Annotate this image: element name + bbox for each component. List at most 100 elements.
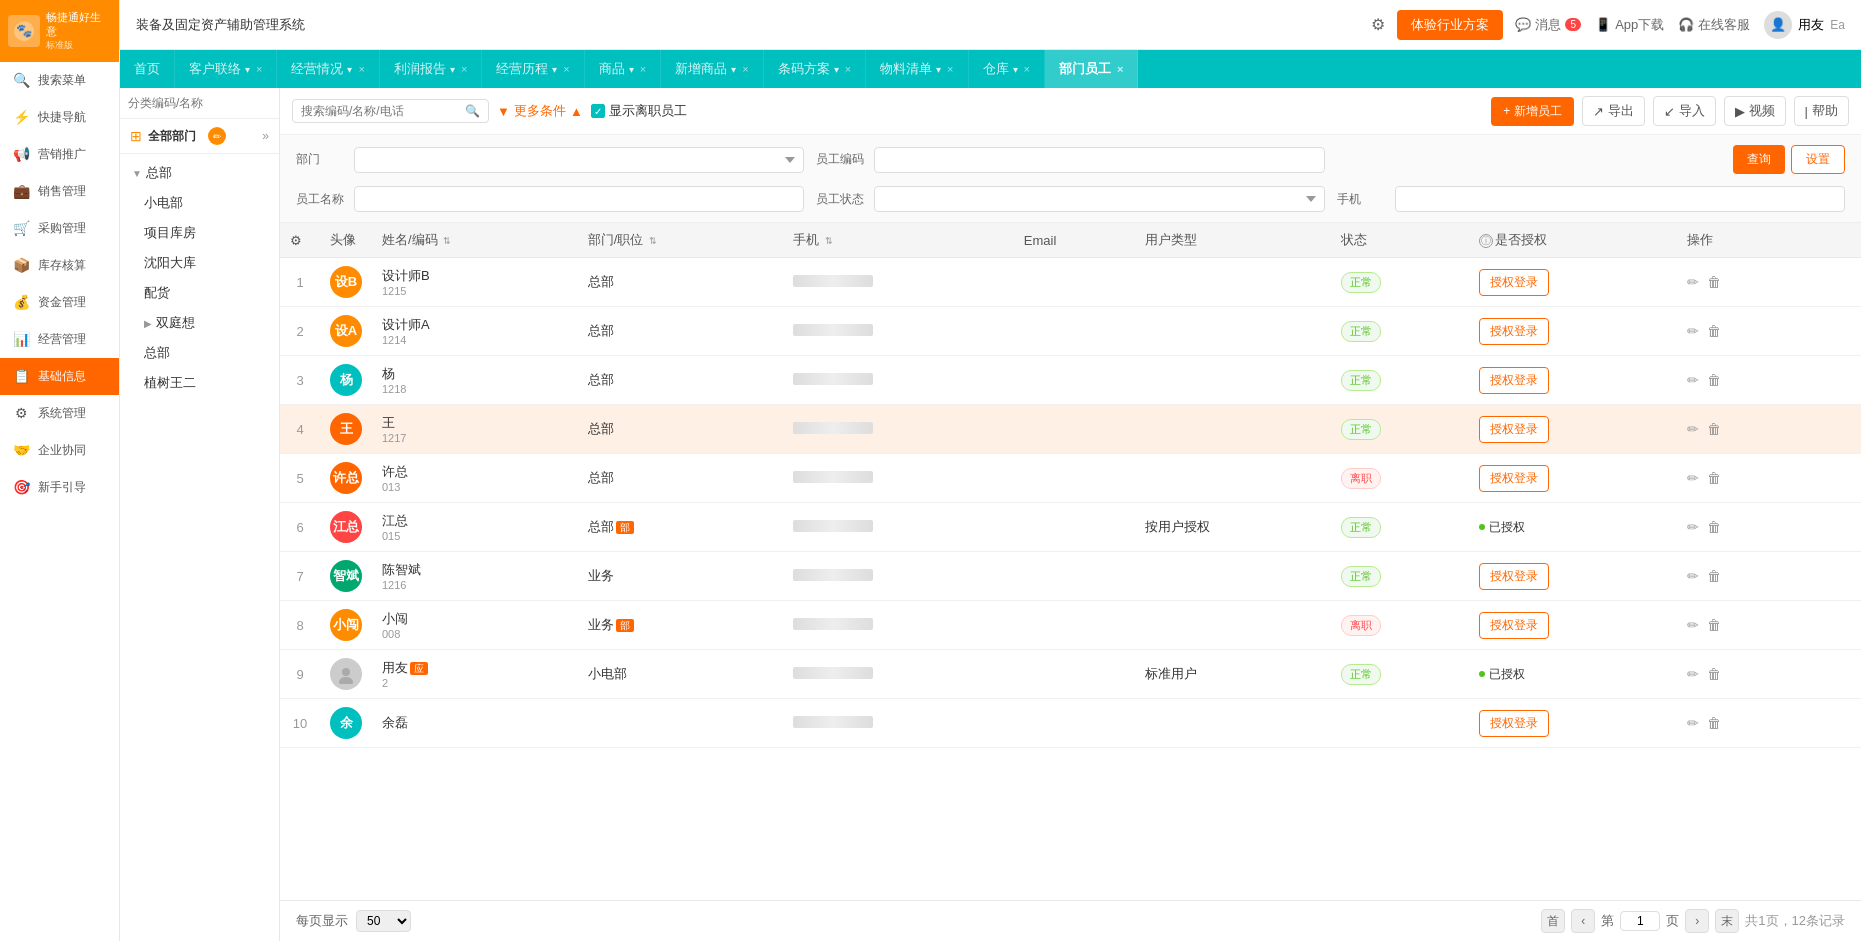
auth-btn[interactable]: 授权登录	[1479, 465, 1549, 492]
delete-btn[interactable]: 🗑	[1707, 372, 1721, 388]
tab-close-icon[interactable]: ×	[742, 63, 748, 75]
tree-node-small-elec[interactable]: 小电部	[120, 188, 279, 218]
sidebar-item-operation-mgr[interactable]: 📊 经营管理	[0, 321, 119, 358]
tab-close-icon[interactable]: ×	[358, 63, 364, 75]
experience-btn[interactable]: 体验行业方案	[1397, 10, 1503, 40]
filter-phone-input[interactable]	[1395, 186, 1845, 212]
edit-btn[interactable]: ✏	[1687, 372, 1699, 388]
tab-new-goods[interactable]: 新增商品 ▾ ×	[661, 50, 763, 88]
delete-btn[interactable]: 🗑	[1707, 715, 1721, 731]
tab-warehouse[interactable]: 仓库 ▾ ×	[969, 50, 1045, 88]
tree-node-general[interactable]: 总部	[120, 338, 279, 368]
import-btn[interactable]: ↙ 导入	[1653, 96, 1716, 126]
message-btn[interactable]: 💬 消息 5	[1515, 16, 1581, 34]
edit-btn[interactable]: ✏	[1687, 568, 1699, 584]
dept-collapse-btn[interactable]: »	[262, 129, 269, 143]
auth-btn[interactable]: 授权登录	[1479, 367, 1549, 394]
auth-btn[interactable]: 授权登录	[1479, 269, 1549, 296]
tab-home[interactable]: 首页	[120, 50, 175, 88]
filter-status-select[interactable]	[874, 186, 1324, 212]
auth-btn[interactable]: 授权登录	[1479, 563, 1549, 590]
delete-btn[interactable]: 🗑	[1707, 421, 1721, 437]
tab-profit[interactable]: 利润报告 ▾ ×	[380, 50, 482, 88]
edit-btn[interactable]: ✏	[1687, 274, 1699, 290]
next-page-btn[interactable]: ›	[1685, 909, 1709, 933]
auth-btn[interactable]: 授权登录	[1479, 318, 1549, 345]
delete-btn[interactable]: 🗑	[1707, 519, 1721, 535]
auth-info-icon[interactable]: ⓘ	[1479, 234, 1493, 248]
auth-btn[interactable]: 授权登录	[1479, 416, 1549, 443]
tab-goods[interactable]: 商品 ▾ ×	[585, 50, 661, 88]
tab-barcode[interactable]: 条码方案 ▾ ×	[764, 50, 866, 88]
prev-page-btn[interactable]: ‹	[1571, 909, 1595, 933]
view-btn[interactable]: ▶ 视频	[1724, 96, 1786, 126]
th-name[interactable]: 姓名/编码 ⇅	[372, 223, 578, 258]
sidebar-item-guide[interactable]: 🎯 新手引导	[0, 469, 119, 506]
tab-history[interactable]: 经营历程 ▾ ×	[482, 50, 584, 88]
show-resigned-toggle[interactable]: ✓ 显示离职员工	[591, 102, 687, 120]
sidebar-item-marketing[interactable]: 📢 营销推广	[0, 136, 119, 173]
tree-node-project-room[interactable]: 项目库房	[120, 218, 279, 248]
search-input[interactable]	[301, 104, 461, 118]
edit-btn[interactable]: ✏	[1687, 519, 1699, 535]
filter-dept-select[interactable]	[354, 147, 804, 173]
sidebar-item-enterprise[interactable]: 🤝 企业协同	[0, 432, 119, 469]
tab-close-icon[interactable]: ×	[461, 63, 467, 75]
page-size-select[interactable]: 50 10 20 100	[356, 910, 411, 932]
add-employee-btn[interactable]: + 新增员工	[1491, 97, 1573, 126]
auth-btn[interactable]: 授权登录	[1479, 710, 1549, 737]
tree-node-delivery[interactable]: 配货	[120, 278, 279, 308]
edit-btn[interactable]: ✏	[1687, 715, 1699, 731]
first-page-btn[interactable]: 首	[1541, 909, 1565, 933]
sidebar-item-stock[interactable]: 📦 库存核算	[0, 247, 119, 284]
edit-btn[interactable]: ✏	[1687, 617, 1699, 633]
tab-close-icon[interactable]: ×	[947, 63, 953, 75]
more-filter-btn[interactable]: ▼ 更多条件 ▲	[497, 102, 583, 120]
th-dept[interactable]: 部门/职位 ⇅	[578, 223, 784, 258]
delete-btn[interactable]: 🗑	[1707, 617, 1721, 633]
sidebar-item-system[interactable]: ⚙ 系统管理	[0, 395, 119, 432]
sidebar-item-capital[interactable]: 💰 资金管理	[0, 284, 119, 321]
tree-node-dual-think[interactable]: ▶ 双庭想	[120, 308, 279, 338]
delete-btn[interactable]: 🗑	[1707, 666, 1721, 682]
tab-material[interactable]: 物料清单 ▾ ×	[866, 50, 968, 88]
edit-btn[interactable]: ✏	[1687, 470, 1699, 486]
tree-node-shenyang[interactable]: 沈阳大库	[120, 248, 279, 278]
tab-close-icon[interactable]: ×	[845, 63, 851, 75]
topbar-settings-btn[interactable]: ⚙	[1371, 15, 1385, 34]
user-area[interactable]: 👤 用友 Ea	[1764, 11, 1845, 39]
filter-empname-input[interactable]	[354, 186, 804, 212]
sidebar-item-sales[interactable]: 💼 销售管理	[0, 173, 119, 210]
app-download-btn[interactable]: 📱 App下载	[1595, 16, 1664, 34]
tab-close-icon[interactable]: ×	[256, 63, 262, 75]
tab-close-icon[interactable]: ×	[563, 63, 569, 75]
last-page-btn[interactable]: 末	[1715, 909, 1739, 933]
settings-icon[interactable]: ⚙	[290, 233, 302, 248]
delete-btn[interactable]: 🗑	[1707, 323, 1721, 339]
delete-btn[interactable]: 🗑	[1707, 274, 1721, 290]
dept-search-input[interactable]	[128, 96, 278, 110]
edit-btn[interactable]: ✏	[1687, 323, 1699, 339]
sidebar-item-basic-info[interactable]: 📋 基础信息	[0, 358, 119, 395]
tab-close-icon[interactable]: ×	[1024, 63, 1030, 75]
online-service-btn[interactable]: 🎧 在线客服	[1678, 16, 1750, 34]
delete-btn[interactable]: 🗑	[1707, 470, 1721, 486]
tab-operation[interactable]: 经营情况 ▾ ×	[277, 50, 379, 88]
tree-node-plantking2[interactable]: 植树王二	[120, 368, 279, 398]
search-btn[interactable]: 查询	[1733, 145, 1785, 174]
page-number-input[interactable]	[1620, 911, 1660, 931]
tab-customer[interactable]: 客户联络 ▾ ×	[175, 50, 277, 88]
edit-btn[interactable]: ✏	[1687, 666, 1699, 682]
tree-node-headquarters[interactable]: ▼ 总部	[120, 158, 279, 188]
auth-btn[interactable]: 授权登录	[1479, 612, 1549, 639]
tab-dept-staff[interactable]: 部门员工 ×	[1045, 50, 1138, 88]
th-phone[interactable]: 手机 ⇅	[783, 223, 1014, 258]
sidebar-item-search[interactable]: 🔍 搜索菜单	[0, 62, 119, 99]
filter-empcode-input[interactable]	[874, 147, 1324, 173]
edit-btn[interactable]: ✏	[1687, 421, 1699, 437]
sidebar-item-purchase[interactable]: 🛒 采购管理	[0, 210, 119, 247]
dept-edit-icon[interactable]: ✏	[208, 127, 226, 145]
export-btn[interactable]: ↗ 导出	[1582, 96, 1645, 126]
sidebar-item-quick-nav[interactable]: ⚡ 快捷导航	[0, 99, 119, 136]
delete-btn[interactable]: 🗑	[1707, 568, 1721, 584]
